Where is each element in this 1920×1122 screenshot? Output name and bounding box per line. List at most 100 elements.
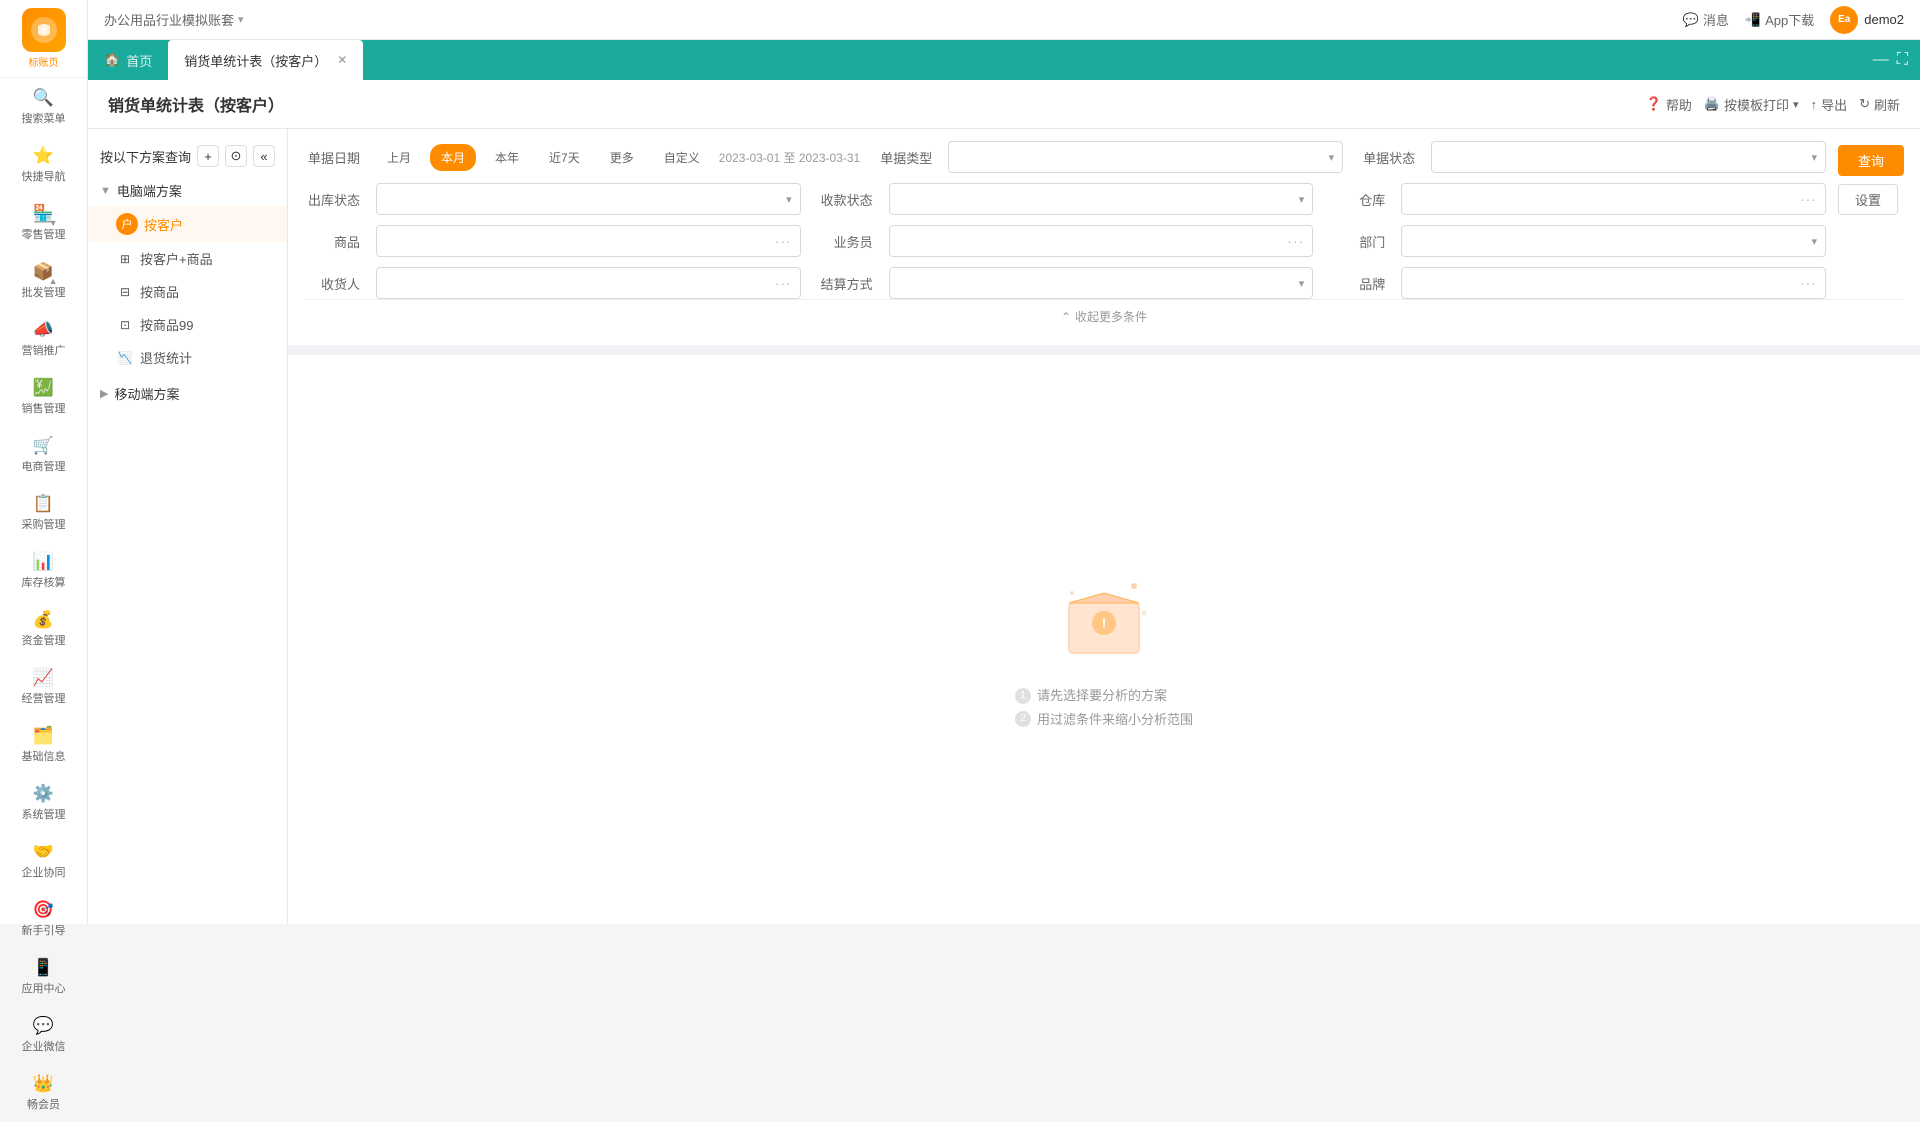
sidebar-item-finance[interactable]: 💰 资金管理: [22, 600, 66, 658]
scheme-item-by-goods[interactable]: ⊟ 按商品: [88, 275, 287, 308]
scheme-item-return-stat[interactable]: 📉 退货统计: [88, 341, 287, 374]
expand-arrow-icon: ▼: [49, 218, 58, 228]
scheme-item-by-customer-goods[interactable]: ⊞ 按客户+商品: [88, 242, 287, 275]
collapse-button[interactable]: ⌃ 收起更多条件: [1061, 308, 1147, 325]
content-area: 按以下方案查询 + ⊙ «: [88, 129, 1920, 924]
doc-type-select[interactable]: ▾: [948, 141, 1343, 173]
tab-close-button[interactable]: ✕: [337, 53, 347, 67]
sidebar-item-quick-nav[interactable]: ⭐ 快捷导航: [22, 136, 66, 194]
more-icon: ···: [1800, 275, 1817, 291]
sidebar-item-label: 库存核算: [22, 574, 66, 590]
member-icon: 👑: [33, 1074, 54, 1094]
refresh-button[interactable]: ↻ 刷新: [1859, 95, 1900, 114]
sidebar-item-enterprise-collab[interactable]: 🤝 企业协同: [22, 832, 66, 890]
marketing-icon: 📣: [33, 320, 54, 340]
sidebar-item-sys-mgmt[interactable]: ⚙️ 系统管理: [22, 774, 66, 832]
scheme-item-by-goods-99[interactable]: ⊡ 按商品99: [88, 308, 287, 341]
sidebar-item-wholesale-mgmt[interactable]: 📦 批发管理 ▲: [22, 252, 66, 310]
help-button[interactable]: ❓ 帮助: [1646, 95, 1692, 114]
export-icon: ↑: [1811, 97, 1818, 112]
group-arrow-icon: ▼: [100, 185, 111, 197]
sidebar-item-label: 营销推广: [22, 342, 66, 358]
date-btn-this-year[interactable]: 本年: [484, 144, 530, 171]
date-btn-last-month[interactable]: 上月: [376, 144, 422, 171]
edit-icon: ⊙: [231, 148, 242, 164]
collapse-panel-button[interactable]: «: [253, 145, 275, 167]
scheme-item-by-customer[interactable]: 户 按客户: [88, 206, 287, 242]
sidebar-item-new-guide[interactable]: 🎯 新手引导: [22, 890, 66, 948]
more-icon: ···: [1287, 233, 1304, 249]
template-print-button[interactable]: 🖨️ 按模板打印 ▾: [1704, 95, 1799, 114]
scheme-group-pc-toggle[interactable]: ▼ 电脑端方案: [88, 175, 287, 206]
department-select[interactable]: ▾: [1401, 225, 1826, 257]
dropdown-arrow-icon: ▾: [1299, 193, 1305, 206]
date-btn-this-month[interactable]: 本月: [430, 144, 476, 171]
add-scheme-button[interactable]: +: [197, 145, 219, 167]
warehouse-input[interactable]: ···: [1401, 183, 1826, 215]
sidebar-item-label: 新手引导: [22, 922, 66, 938]
sidebar-item-label: 企业协同: [22, 864, 66, 880]
tab-sales-stat[interactable]: 销货单统计表（按客户） ✕: [168, 40, 363, 80]
filter-row-date: 单据日期 上月 本月 本年 近7天 更多 自定义 2023-03-01 至 20…: [304, 141, 1826, 173]
sidebar-item-marketing[interactable]: 📣 营销推广: [22, 310, 66, 368]
sidebar-item-label: 基础信息: [22, 748, 66, 764]
receiver-label: 收货人: [304, 274, 360, 293]
salesman-input[interactable]: ···: [889, 225, 1314, 257]
sidebar-item-purchase[interactable]: 📋 采购管理: [22, 484, 66, 542]
message-icon: 💬: [1683, 12, 1699, 28]
wechat-icon: 💬: [33, 1016, 54, 1036]
collect-status-select[interactable]: ▾: [889, 183, 1314, 215]
sidebar-item-ops-mgmt[interactable]: 📈 经营管理: [22, 658, 66, 716]
receiver-input[interactable]: ···: [376, 267, 801, 299]
doc-status-select[interactable]: ▾: [1431, 141, 1826, 173]
sidebar-item-app-center[interactable]: 📱 应用中心: [22, 948, 66, 1006]
sidebar-item-enterprise-wechat[interactable]: 💬 企业微信: [22, 1006, 66, 1064]
sidebar-item-base-info[interactable]: 🗂️ 基础信息: [22, 716, 66, 774]
collapse-icon: «: [260, 149, 267, 164]
goods-input[interactable]: ···: [376, 225, 801, 257]
export-button[interactable]: ↑ 导出: [1811, 95, 1848, 114]
minimize-icon[interactable]: —: [1873, 51, 1889, 69]
top-header: 办公用品行业模拟账套 ▾ 💬 消息 📲 App下载 Ea demo2: [88, 0, 1920, 40]
scheme-group-mobile-toggle[interactable]: ▶ 移动端方案: [88, 378, 287, 409]
account-switcher[interactable]: 办公用品行业模拟账套 ▾: [104, 10, 244, 29]
maximize-icon[interactable]: ⛶: [1897, 51, 1908, 69]
brand-label: 品牌: [1329, 274, 1385, 293]
settle-method-select[interactable]: ▾: [889, 267, 1314, 299]
sidebar-item-label: 零售管理: [22, 226, 66, 242]
sidebar-item-member[interactable]: 👑 畅会员: [27, 1064, 60, 1122]
settle-method-label: 结算方式: [817, 274, 873, 293]
settings-button[interactable]: 设置: [1838, 184, 1898, 215]
edit-scheme-button[interactable]: ⊙: [225, 145, 247, 167]
sidebar-item-search-menu[interactable]: 🔍 搜索菜单: [22, 78, 66, 136]
scheme-icon: ⊟: [116, 283, 134, 301]
message-button[interactable]: 💬 消息: [1683, 10, 1729, 29]
user-area[interactable]: Ea demo2: [1830, 6, 1904, 34]
date-btn-more[interactable]: 更多: [599, 144, 645, 171]
sidebar: 标账页 🔍 搜索菜单 ⭐ 快捷导航 🏪 零售管理 ▼ 📦 批发管理 ▲ 📣 营销…: [0, 0, 88, 924]
print-icon: 🖨️: [1704, 96, 1720, 112]
date-filter: 上月 本月 本年 近7天 更多 自定义 2023-03-01 至 2023-03…: [376, 144, 860, 171]
purchase-icon: 📋: [33, 494, 54, 514]
sidebar-item-inventory[interactable]: 📊 库存核算: [22, 542, 66, 600]
brand-input[interactable]: ···: [1401, 267, 1826, 299]
sidebar-item-sales-mgmt[interactable]: 💹 销售管理: [22, 368, 66, 426]
out-status-select[interactable]: ▾: [376, 183, 801, 215]
scheme-group-mobile: ▶ 移动端方案: [88, 376, 287, 411]
app-download-button[interactable]: 📲 App下载: [1745, 10, 1814, 29]
avatar-text: Ea: [1838, 14, 1850, 25]
sidebar-item-ecommerce[interactable]: 🛒 电商管理: [22, 426, 66, 484]
scheme-icon: 📉: [116, 349, 134, 367]
date-btn-last-7[interactable]: 近7天: [538, 144, 591, 171]
account-name: 办公用品行业模拟账套: [104, 10, 234, 29]
empty-state: ! 1 请先选择要分析的方案: [288, 355, 1920, 924]
sidebar-item-retail-mgmt[interactable]: 🏪 零售管理 ▼: [22, 194, 66, 252]
logo-area[interactable]: 标账页: [0, 0, 87, 78]
tab-label-sales-stat: 销货单统计表（按客户）: [184, 51, 327, 70]
doc-type-label: 单据类型: [876, 148, 932, 167]
query-button[interactable]: 查询: [1838, 145, 1904, 176]
sidebar-item-label: 企业微信: [22, 1038, 66, 1054]
date-btn-custom[interactable]: 自定义: [653, 144, 711, 171]
tab-bar: 🏠 首页 销货单统计表（按客户） ✕ — ⛶: [88, 40, 1920, 80]
tab-home[interactable]: 🏠 首页: [88, 40, 168, 80]
